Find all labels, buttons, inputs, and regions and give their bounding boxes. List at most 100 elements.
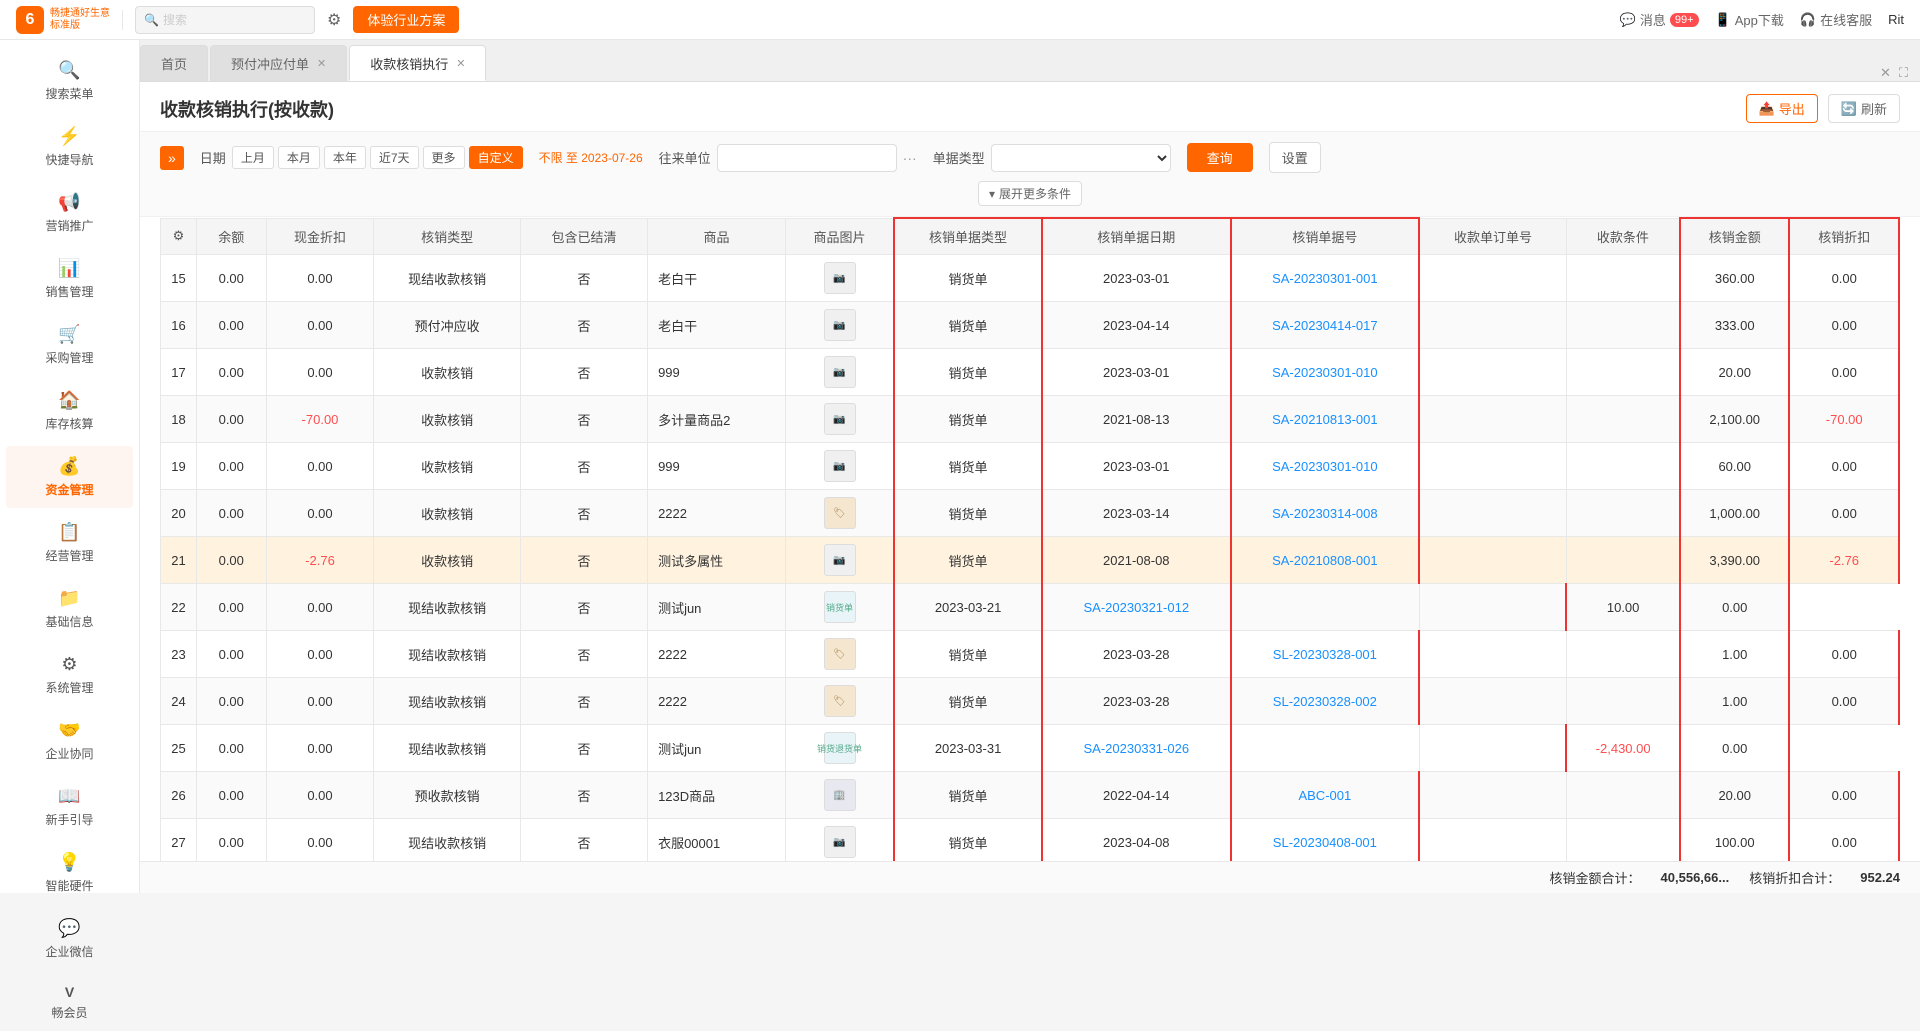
tab-prepay-close[interactable]: ✕ (317, 57, 326, 70)
close-all-icon[interactable]: ✕ (1880, 65, 1891, 81)
setting-btn[interactable]: 设置 (1269, 142, 1321, 173)
tab-home[interactable]: 首页 (140, 45, 208, 81)
app-download-btn[interactable]: 📱 App下载 (1715, 10, 1784, 29)
table-row: 15 0.00 0.00 现结收款核销 否 老白干 📷 销货单 2023-03-… (161, 255, 1900, 302)
doc-no-link[interactable]: SL-20230328-002 (1273, 694, 1377, 709)
doc-no-link[interactable]: SA-20230301-010 (1272, 459, 1378, 474)
cell-cancel-doc-no[interactable]: ABC-001 (1231, 772, 1420, 819)
cell-cancel-doc-no[interactable]: SL-20230328-002 (1231, 678, 1420, 725)
doc-no-link[interactable]: SA-20210808-001 (1272, 553, 1378, 568)
cell-product-image: 销货单 (785, 584, 894, 631)
cell-product-image: 📷 (785, 396, 894, 443)
table-row: 21 0.00 -2.76 收款核销 否 测试多属性 📷 销货单 2021-08… (161, 537, 1900, 584)
cell-cancel-doc-no[interactable]: SA-20230314-008 (1231, 490, 1420, 537)
expand-more-btn[interactable]: ▾ 展开更多条件 (978, 181, 1082, 206)
date-btn-more[interactable]: 更多 (423, 146, 465, 169)
cell-cancel-doc-no[interactable]: SL-20230408-001 (1231, 819, 1420, 862)
user-menu[interactable]: Rit (1888, 12, 1904, 27)
doc-no-link[interactable]: SA-20230331-026 (1084, 741, 1190, 756)
cell-cancel-doc-date: 2021-08-08 (1042, 537, 1231, 584)
sidebar-item-wechat[interactable]: 💬 企业微信 (6, 908, 133, 970)
refresh-btn[interactable]: 🔄 刷新 (1828, 94, 1900, 123)
date-btn-this-year[interactable]: 本年 (324, 146, 366, 169)
from-unit-ellipsis[interactable]: ··· (903, 150, 917, 166)
cell-cancel-doc-date: 2022-04-14 (1042, 772, 1231, 819)
top-search-bar[interactable]: 🔍 搜索 (135, 6, 315, 34)
sidebar-item-search[interactable]: 🔍 搜索菜单 (6, 50, 133, 112)
cell-product: 2222 (648, 490, 786, 537)
export-btn[interactable]: 📤 导出 (1746, 94, 1818, 123)
tab-cancel-close[interactable]: ✕ (456, 57, 465, 70)
doc-no-link[interactable]: ABC-001 (1298, 788, 1351, 803)
sidebar-item-marketing[interactable]: 📢 营销推广 (6, 182, 133, 244)
sidebar-item-guide[interactable]: 📖 新手引导 (6, 776, 133, 838)
cell-cash-discount: 0.00 (266, 255, 374, 302)
product-image: 销货退货单 (824, 732, 856, 764)
doc-type-select[interactable]: 销货单 销货退货单 (991, 144, 1171, 172)
online-service-btn[interactable]: 🎧 在线客服 (1800, 10, 1872, 29)
doc-no-link[interactable]: SA-20210813-001 (1272, 412, 1378, 427)
sidebar-item-hardware[interactable]: 💡 智能硬件 (6, 842, 133, 904)
cell-product-image: 🏷 (785, 678, 894, 725)
cell-cancel-doc-no[interactable]: SA-20230331-026 (1042, 725, 1231, 772)
cell-product: 测试多属性 (648, 537, 786, 584)
cell-product: 123D商品 (648, 772, 786, 819)
doc-no-link[interactable]: SA-20230301-001 (1272, 271, 1378, 286)
column-settings-icon[interactable]: ⚙ (173, 228, 185, 243)
cell-product-image: 📷 (785, 349, 894, 396)
doc-no-link[interactable]: SL-20230328-001 (1273, 647, 1377, 662)
sidebar-item-inventory[interactable]: 🏠 库存核算 (6, 380, 133, 442)
doc-no-link[interactable]: SA-20230301-010 (1272, 365, 1378, 380)
cell-cancel-doc-no[interactable]: SA-20210808-001 (1231, 537, 1420, 584)
from-unit-input[interactable] (717, 144, 897, 172)
doc-no-link[interactable]: SA-20230314-008 (1272, 506, 1378, 521)
cell-cash-discount: 0.00 (266, 443, 374, 490)
date-btn-last-month[interactable]: 上月 (232, 146, 274, 169)
cell-cancel-discount: 0.00 (1789, 255, 1899, 302)
cell-cancel-doc-no[interactable]: SA-20230301-010 (1231, 349, 1420, 396)
th-settings[interactable]: ⚙ (161, 218, 197, 255)
sidebar-item-quick-nav[interactable]: ⚡ 快捷导航 (6, 116, 133, 178)
cell-cancel-doc-no[interactable]: SA-20230321-012 (1042, 584, 1231, 631)
sidebar-item-sales[interactable]: 📊 销售管理 (6, 248, 133, 310)
industry-solution-btn[interactable]: 体验行业方案 (353, 6, 459, 33)
cell-cash-discount: 0.00 (266, 725, 374, 772)
table-row: 24 0.00 0.00 现结收款核销 否 2222 🏷 销货单 2023-03… (161, 678, 1900, 725)
sidebar-item-collab[interactable]: 🤝 企业协同 (6, 710, 133, 772)
tab-cancel-exec[interactable]: 收款核销执行 ✕ (349, 45, 486, 81)
date-btn-7days[interactable]: 近7天 (370, 146, 419, 169)
doc-no-link[interactable]: SL-20230408-001 (1273, 835, 1377, 850)
cell-include-settled: 否 (520, 725, 647, 772)
date-btn-this-month[interactable]: 本月 (278, 146, 320, 169)
message-btn[interactable]: 💬 消息 99+ (1620, 10, 1699, 29)
cell-id: 25 (161, 725, 197, 772)
cell-cancel-doc-no[interactable]: SA-20230301-001 (1231, 255, 1420, 302)
sidebar-item-finance[interactable]: 💰 资金管理 (6, 446, 133, 508)
th-cash-discount: 现金折扣 (266, 218, 374, 255)
cell-cancel-doc-no[interactable]: SA-20230301-010 (1231, 443, 1420, 490)
cell-cancel-discount: 0.00 (1789, 819, 1899, 862)
sidebar-item-purchase[interactable]: 🛒 采购管理 (6, 314, 133, 376)
cell-cancel-doc-no[interactable]: SA-20210813-001 (1231, 396, 1420, 443)
tab-prepay[interactable]: 预付冲应付单 ✕ (210, 45, 347, 81)
cell-include-settled: 否 (520, 490, 647, 537)
date-btn-custom[interactable]: 自定义 (469, 146, 523, 169)
cell-receipt-condition (1566, 349, 1680, 396)
expand-tabs-icon[interactable]: ⛶ (1899, 65, 1908, 81)
sidebar-item-operations[interactable]: 📋 经营管理 (6, 512, 133, 574)
collapse-filter-btn[interactable]: » (160, 146, 184, 170)
cell-cancel-doc-no[interactable]: SL-20230328-001 (1231, 631, 1420, 678)
cell-receipt-order-no (1419, 631, 1566, 678)
table-body: 15 0.00 0.00 现结收款核销 否 老白干 📷 销货单 2023-03-… (161, 255, 1900, 862)
sidebar-item-member[interactable]: V 畅会员 (6, 974, 133, 1031)
sidebar-item-system[interactable]: ⚙ 系统管理 (6, 644, 133, 706)
cell-id: 24 (161, 678, 197, 725)
filter-row: » 日期 上月 本月 本年 近7天 更多 自定义 (160, 142, 1900, 173)
doc-no-link[interactable]: SA-20230321-012 (1084, 600, 1190, 615)
date-buttons: 上月 本月 本年 近7天 更多 自定义 (232, 146, 523, 169)
doc-no-link[interactable]: SA-20230414-017 (1272, 318, 1378, 333)
search-btn[interactable]: 查询 (1187, 143, 1253, 172)
cell-cancel-doc-no[interactable]: SA-20230414-017 (1231, 302, 1420, 349)
sidebar-item-basic-info[interactable]: 📁 基础信息 (6, 578, 133, 640)
settings-icon[interactable]: ⚙ (327, 10, 341, 30)
